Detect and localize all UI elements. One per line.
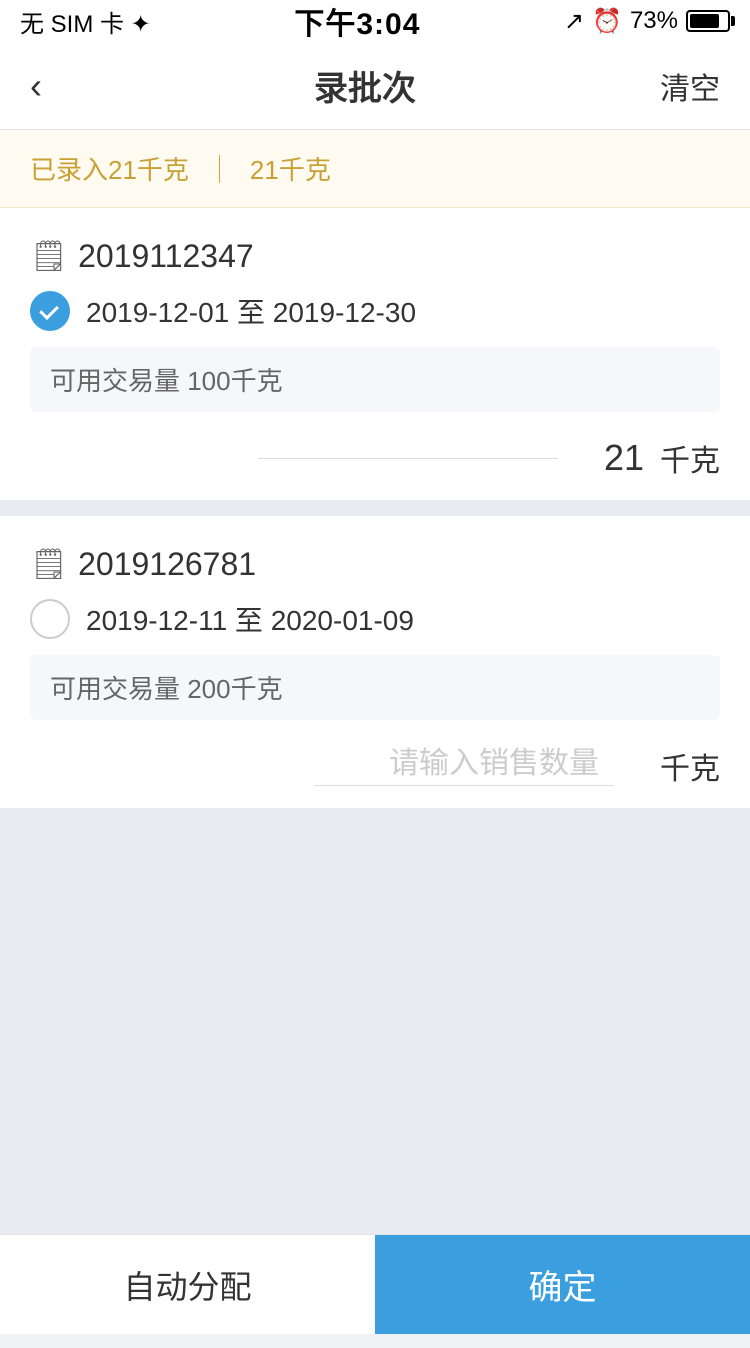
batch1-amount-line: [258, 458, 558, 459]
clear-button[interactable]: 清空: [640, 64, 720, 108]
info-divider: [219, 155, 220, 183]
location-icon: ↗: [564, 7, 584, 36]
recorded-value: 21千克: [250, 150, 331, 187]
batch2-date: 2019-12-11 至 2020-01-09: [86, 599, 414, 639]
batch2-header: 🗒 2019126781: [30, 546, 720, 583]
batch1-date: 2019-12-01 至 2019-12-30: [86, 291, 416, 331]
back-button[interactable]: ‹: [30, 65, 90, 107]
battery-percent: 73%: [630, 7, 678, 35]
content-area: 🗒 2019112347 2019-12-01 至 2019-12-30 可用交…: [0, 208, 750, 1348]
batch2-date-row[interactable]: 2019-12-11 至 2020-01-09: [30, 599, 720, 639]
batch2-amount-row: 千克: [30, 720, 720, 808]
status-bar: 无 SIM 卡 ✦ 下午3:04 ↗ ⏰ 73%: [0, 0, 750, 42]
batch1-date-row[interactable]: 2019-12-01 至 2019-12-30: [30, 291, 720, 331]
section-divider-1: [0, 500, 750, 516]
batch2-qty: 可用交易量 200千克: [30, 655, 720, 720]
alarm-icon: ⏰: [592, 7, 622, 36]
gray-area: [0, 808, 750, 1248]
batch2-unit: 千克: [660, 744, 720, 788]
batch2-id: 2019126781: [78, 546, 256, 583]
status-time: 下午3:04: [294, 0, 420, 43]
battery-icon: [686, 10, 730, 32]
bottom-bar: 自动分配 确定: [0, 1234, 750, 1334]
batch1-amount[interactable]: 21: [604, 437, 644, 479]
batch2-radio[interactable]: [30, 599, 70, 639]
batch-card-1: 🗒 2019112347 2019-12-01 至 2019-12-30 可用交…: [0, 208, 750, 500]
auto-distribute-button[interactable]: 自动分配: [0, 1235, 375, 1334]
batch1-doc-icon: 🗒: [30, 239, 68, 274]
sim-label: 无 SIM 卡 ✦: [20, 4, 151, 39]
batch-card-2: 🗒 2019126781 2019-12-11 至 2020-01-09 可用交…: [0, 516, 750, 808]
batch2-doc-icon: 🗒: [30, 547, 68, 582]
batch1-qty: 可用交易量 100千克: [30, 347, 720, 412]
batch1-header: 🗒 2019112347: [30, 238, 720, 275]
nav-bar: ‹ 录批次 清空: [0, 42, 750, 130]
status-left: 无 SIM 卡 ✦: [20, 4, 151, 39]
batch1-id: 2019112347: [78, 238, 254, 275]
batch1-amount-row: 21 千克: [30, 412, 720, 500]
batch1-unit: 千克: [660, 436, 720, 480]
page-title: 录批次: [314, 61, 416, 110]
status-right: ↗ ⏰ 73%: [564, 7, 730, 36]
batch1-radio[interactable]: [30, 291, 70, 331]
info-bar: 已录入21千克 21千克: [0, 130, 750, 208]
recorded-label: 已录入21千克: [30, 150, 189, 187]
confirm-button[interactable]: 确定: [375, 1235, 750, 1334]
batch2-quantity-input[interactable]: [314, 747, 614, 786]
